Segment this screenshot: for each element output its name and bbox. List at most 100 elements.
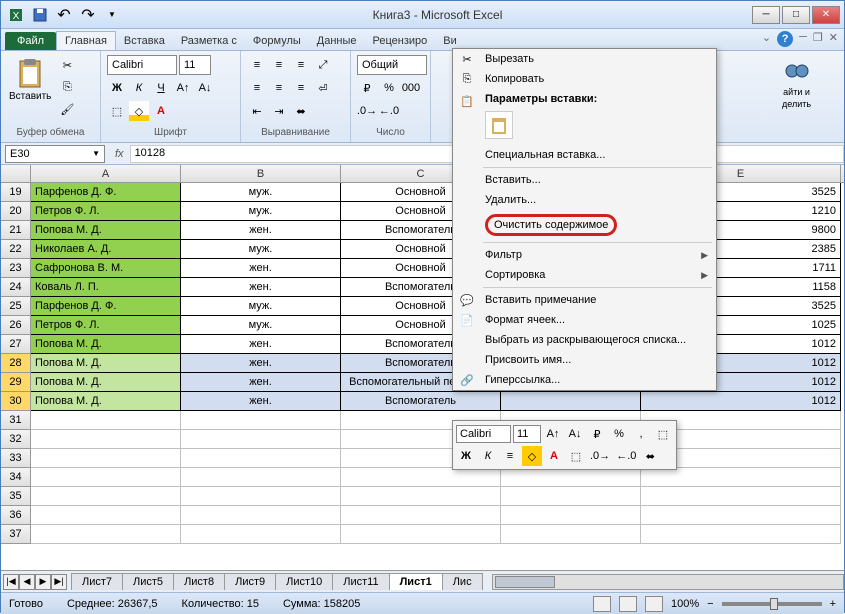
ctx-sort[interactable]: Сортировка▶ (453, 265, 716, 285)
ctx-clear-contents[interactable]: Очистить содержимое (453, 210, 716, 240)
mini-format-icon[interactable]: ⬚ (653, 424, 673, 444)
ctx-filter[interactable]: Фильтр▶ (453, 245, 716, 265)
tab-home[interactable]: Главная (56, 31, 116, 50)
percent-icon[interactable]: % (379, 78, 399, 98)
row-header[interactable]: 35 (1, 487, 31, 506)
ctx-cut[interactable]: ✂Вырезать (453, 49, 716, 69)
cell[interactable] (641, 525, 841, 544)
maximize-button[interactable]: □ (782, 6, 810, 24)
cell[interactable]: Коваль Л. П. (31, 278, 181, 297)
find-select-button[interactable]: айти и делить (780, 55, 813, 111)
paste-button[interactable]: Вставить (7, 55, 53, 104)
decrease-decimal-icon[interactable]: ←.0 (379, 101, 399, 121)
cell[interactable]: муж. (181, 297, 341, 316)
ctx-paste-default[interactable] (485, 111, 513, 139)
row-header[interactable]: 22 (1, 240, 31, 259)
cell[interactable]: Петров Ф. Л. (31, 202, 181, 221)
cell[interactable]: Попова М. Д. (31, 373, 181, 392)
ribbon-minimize-icon[interactable]: ⌄ (762, 31, 771, 47)
mini-percent-icon[interactable]: % (609, 424, 629, 444)
row-header[interactable]: 21 (1, 221, 31, 240)
mini-italic-button[interactable]: К (478, 446, 498, 466)
sheet-nav-prev[interactable]: ◀ (19, 574, 35, 590)
qat-dropdown-icon[interactable]: ▼ (101, 4, 123, 26)
row-header[interactable]: 19 (1, 183, 31, 202)
cell[interactable] (31, 468, 181, 487)
mini-merge-icon[interactable]: ⬌ (640, 446, 660, 466)
row-header[interactable]: 29 (1, 373, 31, 392)
cell[interactable]: Вспомогатель (341, 392, 501, 411)
cell[interactable]: жен. (181, 373, 341, 392)
cell[interactable]: Попова М. Д. (31, 392, 181, 411)
tab-file[interactable]: Файл (5, 32, 56, 50)
zoom-in-button[interactable]: + (830, 598, 836, 610)
tab-data[interactable]: Данные (309, 32, 365, 50)
ctx-copy[interactable]: ⎘Копировать (453, 69, 716, 89)
cell[interactable] (181, 411, 341, 430)
mini-align-icon[interactable]: ≡ (500, 446, 520, 466)
cell[interactable]: муж. (181, 316, 341, 335)
align-bottom-icon[interactable]: ≡ (291, 55, 311, 75)
view-pagebreak-icon[interactable] (645, 596, 663, 612)
cell[interactable]: Парфенов Д. Ф. (31, 297, 181, 316)
tab-formulas[interactable]: Формулы (245, 32, 309, 50)
sheet-tab[interactable]: Лист1 (389, 573, 443, 590)
currency-icon[interactable]: ₽ (357, 78, 377, 98)
cell[interactable]: муж. (181, 240, 341, 259)
cell[interactable]: Попова М. Д. (31, 335, 181, 354)
mini-grow-font-icon[interactable]: A↑ (543, 424, 563, 444)
font-color-icon[interactable]: A (151, 101, 171, 121)
cell[interactable] (31, 487, 181, 506)
cell[interactable] (501, 468, 641, 487)
cell[interactable] (31, 411, 181, 430)
cell[interactable]: муж. (181, 202, 341, 221)
ctx-hyperlink[interactable]: 🔗Гиперссылка... (453, 370, 716, 390)
cut-icon[interactable]: ✂ (57, 55, 77, 75)
name-box[interactable]: E30 ▼ (5, 145, 105, 163)
cell[interactable] (181, 468, 341, 487)
decrease-indent-icon[interactable]: ⇤ (247, 101, 267, 121)
view-layout-icon[interactable] (619, 596, 637, 612)
row-header[interactable]: 20 (1, 202, 31, 221)
fill-color-icon[interactable]: ◇ (129, 101, 149, 121)
cell[interactable]: жен. (181, 392, 341, 411)
mini-font-combo[interactable] (456, 425, 511, 443)
cell[interactable] (501, 506, 641, 525)
bold-button[interactable]: Ж (107, 78, 127, 98)
cell[interactable]: жен. (181, 354, 341, 373)
cell[interactable]: 1012 (641, 392, 841, 411)
save-icon[interactable] (29, 4, 51, 26)
cell[interactable]: Николаев А. Д. (31, 240, 181, 259)
font-name-combo[interactable] (107, 55, 177, 75)
copy-icon[interactable]: ⎘ (57, 77, 77, 97)
row-header[interactable]: 23 (1, 259, 31, 278)
increase-indent-icon[interactable]: ⇥ (269, 101, 289, 121)
wrap-text-icon[interactable]: ⏎ (313, 78, 333, 98)
name-box-dropdown-icon[interactable]: ▼ (92, 149, 100, 158)
cell[interactable]: Петров Ф. Л. (31, 316, 181, 335)
view-normal-icon[interactable] (593, 596, 611, 612)
sheet-nav-first[interactable]: |◀ (3, 574, 19, 590)
row-header[interactable]: 31 (1, 411, 31, 430)
column-header-B[interactable]: B (181, 165, 341, 182)
cell[interactable]: муж. (181, 183, 341, 202)
worksheet-grid[interactable]: ABCDE 19Парфенов Д. Ф.муж.Основной352520… (1, 165, 844, 570)
row-header[interactable]: 25 (1, 297, 31, 316)
cell[interactable] (341, 468, 501, 487)
sheet-tab[interactable]: Лист8 (173, 573, 225, 590)
cell[interactable] (641, 487, 841, 506)
cell[interactable] (181, 430, 341, 449)
zoom-slider[interactable] (722, 602, 822, 606)
cell[interactable] (341, 525, 501, 544)
underline-button[interactable]: Ч (151, 78, 171, 98)
merge-icon[interactable]: ⬌ (291, 101, 311, 121)
sheet-nav-next[interactable]: ▶ (35, 574, 51, 590)
row-header[interactable]: 30 (1, 392, 31, 411)
sheet-nav-last[interactable]: ▶| (51, 574, 67, 590)
cell[interactable] (181, 487, 341, 506)
align-right-icon[interactable]: ≡ (291, 78, 311, 98)
sheet-tab[interactable]: Лист5 (122, 573, 174, 590)
increase-font-icon[interactable]: A↑ (173, 78, 193, 98)
row-header[interactable]: 26 (1, 316, 31, 335)
zoom-out-button[interactable]: − (707, 598, 713, 610)
